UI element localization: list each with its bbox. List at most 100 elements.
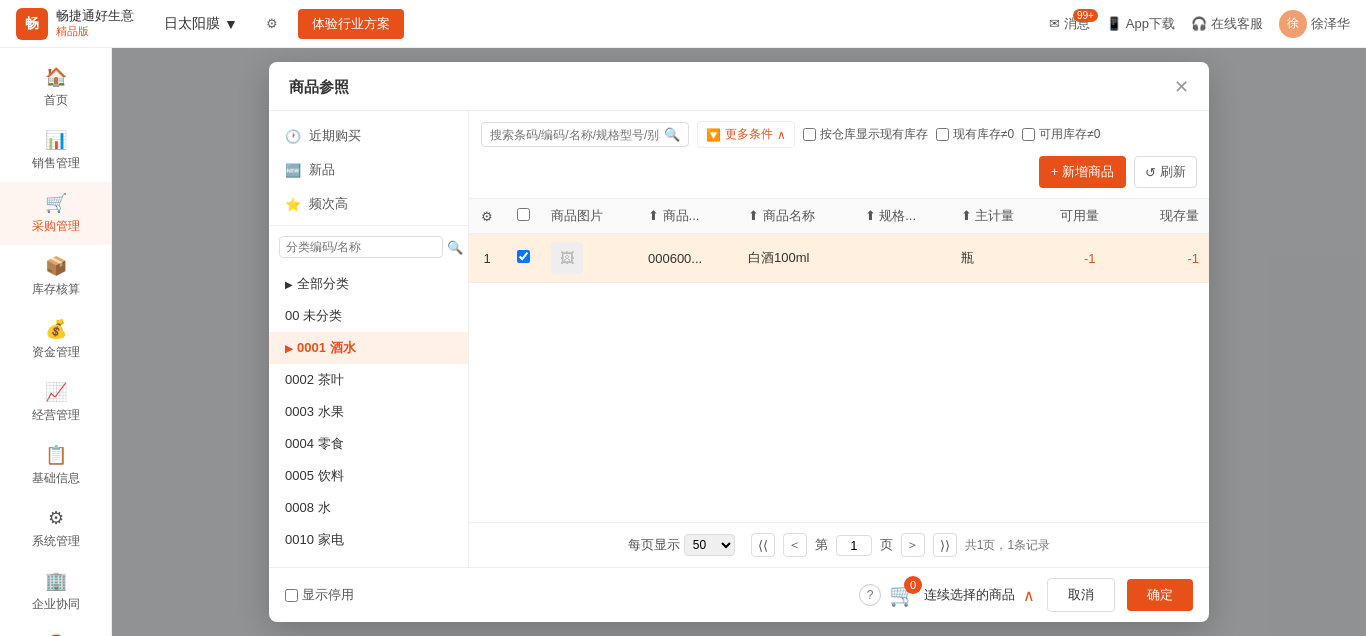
- logo-text: 畅捷通好生意 精品版: [56, 8, 134, 39]
- frequent-menu[interactable]: ⭐ 频次高: [269, 187, 468, 221]
- modal-close-button[interactable]: ✕: [1174, 76, 1189, 98]
- refresh-button[interactable]: ↺ 刷新: [1134, 156, 1197, 188]
- sidebar-item-guide[interactable]: 🎯 新手引导: [0, 623, 111, 636]
- sidebar-item-operations[interactable]: 📈 经营管理: [0, 371, 111, 434]
- sidebar-item-system[interactable]: ⚙ 系统管理: [0, 497, 111, 560]
- check-avail-nonzero[interactable]: 现有库存≠0: [936, 126, 1014, 143]
- sidebar-item-inventory[interactable]: 📦 库存核算: [0, 245, 111, 308]
- cart-button[interactable]: 🛒 0: [889, 582, 916, 608]
- avatar: 徐: [1279, 10, 1307, 38]
- cat-0005[interactable]: 0005 饮料: [269, 460, 468, 492]
- sidebar-item-sales[interactable]: 📊 销售管理: [0, 119, 111, 182]
- gear-icon[interactable]: ⚙: [258, 10, 286, 38]
- new-icon: 🆕: [285, 163, 301, 178]
- row-index: 1: [469, 234, 505, 283]
- toolbar-right: + 新增商品 ↺ 刷新: [1039, 156, 1197, 188]
- cat-00[interactable]: 00 未分类: [269, 300, 468, 332]
- arrow-icon: ▶: [285, 279, 293, 290]
- cat-all[interactable]: ▶ 全部分类: [269, 268, 468, 300]
- by-warehouse-checkbox[interactable]: [803, 128, 816, 141]
- category-search-icon[interactable]: 🔍: [447, 240, 463, 255]
- confirm-button[interactable]: 确定: [1127, 579, 1193, 611]
- nav-center: 日太阳膜 ▼ ⚙ 体验行业方案: [136, 9, 1049, 39]
- product-search-input[interactable]: [490, 128, 660, 142]
- nav-user[interactable]: 徐 徐泽华: [1279, 10, 1350, 38]
- table-header-row: ⚙ 商品图片 ⬆ 商品... ⬆ 商品名称: [469, 199, 1209, 234]
- show-disabled-checkbox[interactable]: [285, 589, 298, 602]
- sidebar-item-home[interactable]: 🏠 首页: [0, 56, 111, 119]
- row-spec-cell: [855, 234, 951, 283]
- cat-0008[interactable]: 0008 水: [269, 492, 468, 524]
- search-icon[interactable]: 🔍: [664, 127, 680, 142]
- first-page-button[interactable]: ⟨⟨: [751, 533, 775, 557]
- row-checkbox[interactable]: [517, 250, 530, 263]
- select-all-checkbox[interactable]: [517, 208, 530, 221]
- show-disabled-label[interactable]: 显示停用: [285, 586, 354, 604]
- recent-purchase-menu[interactable]: 🕐 近期购买: [269, 119, 468, 153]
- info-icon: 📋: [45, 444, 67, 466]
- nav-store-dropdown[interactable]: 日太阳膜 ▼: [156, 11, 246, 37]
- system-icon: ⚙: [48, 507, 64, 529]
- collab-icon: 🏢: [45, 570, 67, 592]
- per-page-selector: 每页显示 20 50 100: [628, 534, 735, 556]
- recent-purchase-label: 近期购买: [309, 127, 361, 145]
- new-product-menu[interactable]: 🆕 新品: [269, 153, 468, 187]
- cat-0001[interactable]: ▶ 0001 酒水: [269, 332, 468, 364]
- next-page-button[interactable]: ＞: [901, 533, 925, 557]
- per-page-select[interactable]: 20 50 100: [684, 534, 735, 556]
- cat-0003[interactable]: 0003 水果: [269, 396, 468, 428]
- page-number-input[interactable]: [836, 535, 872, 556]
- usable-nonzero-checkbox[interactable]: [1022, 128, 1035, 141]
- sidebar-item-label: 基础信息: [32, 470, 80, 487]
- separator: [269, 225, 468, 226]
- col-code-header: ⬆ 商品...: [638, 199, 738, 234]
- pagination-bar: 每页显示 20 50 100 ⟨⟨ ＜ 第 页: [469, 522, 1209, 567]
- cat-0004[interactable]: 0004 零食: [269, 428, 468, 460]
- sidebar-item-label: 库存核算: [32, 281, 80, 298]
- check-usable-nonzero[interactable]: 可用库存≠0: [1022, 126, 1100, 143]
- cancel-button[interactable]: 取消: [1047, 578, 1115, 612]
- product-search-box: 🔍: [481, 122, 689, 147]
- logo-area: 畅 畅捷通好生意 精品版: [16, 8, 136, 40]
- more-filter-button[interactable]: 🔽 更多条件 ∧: [697, 121, 795, 148]
- chevron-up-icon: ∧: [777, 128, 786, 142]
- sidebar-item-collab[interactable]: 🏢 企业协同: [0, 560, 111, 623]
- sidebar-item-basic-info[interactable]: 📋 基础信息: [0, 434, 111, 497]
- nav-message[interactable]: ✉ 消息 99+: [1049, 15, 1090, 33]
- category-search-area: 🔍 《: [269, 230, 468, 264]
- headset-icon: 🎧: [1191, 16, 1207, 31]
- category-search-input[interactable]: [279, 236, 443, 258]
- check-by-warehouse[interactable]: 按仓库显示现有库存: [803, 126, 928, 143]
- message-badge: 99+: [1073, 9, 1098, 22]
- fold-button[interactable]: ∧: [1023, 586, 1035, 605]
- main-layout: 🏠 首页 📊 销售管理 🛒 采购管理 📦 库存核算 💰 资金管理 📈 经营管理 …: [0, 48, 1366, 636]
- sidebar-item-label: 首页: [44, 92, 68, 109]
- row-stock-cell: -1: [1129, 234, 1209, 283]
- avail-nonzero-checkbox[interactable]: [936, 128, 949, 141]
- table-row[interactable]: 1 🖼: [469, 234, 1209, 283]
- cat-0010[interactable]: 0010 家电: [269, 524, 468, 556]
- prev-page-button[interactable]: ＜: [783, 533, 807, 557]
- nav-app-download[interactable]: 📱 App下载: [1106, 15, 1175, 33]
- cat-0002[interactable]: 0002 茶叶: [269, 364, 468, 396]
- last-page-button[interactable]: ⟩⟩: [933, 533, 957, 557]
- filter-icon: 🔽: [706, 128, 721, 142]
- sidebar-item-finance[interactable]: 💰 资金管理: [0, 308, 111, 371]
- col-spec-header: ⬆ 规格...: [855, 199, 951, 234]
- add-product-button[interactable]: + 新增商品: [1039, 156, 1126, 188]
- help-icon[interactable]: ?: [859, 584, 881, 606]
- nav-online-support[interactable]: 🎧 在线客服: [1191, 15, 1263, 33]
- modal-footer: 显示停用 ? 🛒 0 连续选择的商品 ∧ 取消 确定: [269, 567, 1209, 622]
- trial-button[interactable]: 体验行业方案: [298, 9, 404, 39]
- sales-icon: 📊: [45, 129, 67, 151]
- row-name-cell: 白酒100ml: [738, 234, 855, 283]
- col-img-header: 商品图片: [541, 199, 638, 234]
- star-icon: ⭐: [285, 197, 301, 212]
- modal-header: 商品参照 ✕: [269, 62, 1209, 111]
- modal-left-panel: 🕐 近期购买 🆕 新品 ⭐ 频次高: [269, 111, 469, 567]
- cart-area: ? 🛒 0 连续选择的商品 ∧: [859, 582, 1035, 608]
- sidebar-item-purchase[interactable]: 🛒 采购管理: [0, 182, 111, 245]
- sidebar: 🏠 首页 📊 销售管理 🛒 采购管理 📦 库存核算 💰 资金管理 📈 经营管理 …: [0, 48, 112, 636]
- col-checkbox: [505, 199, 541, 234]
- modal-title: 商品参照: [289, 78, 349, 97]
